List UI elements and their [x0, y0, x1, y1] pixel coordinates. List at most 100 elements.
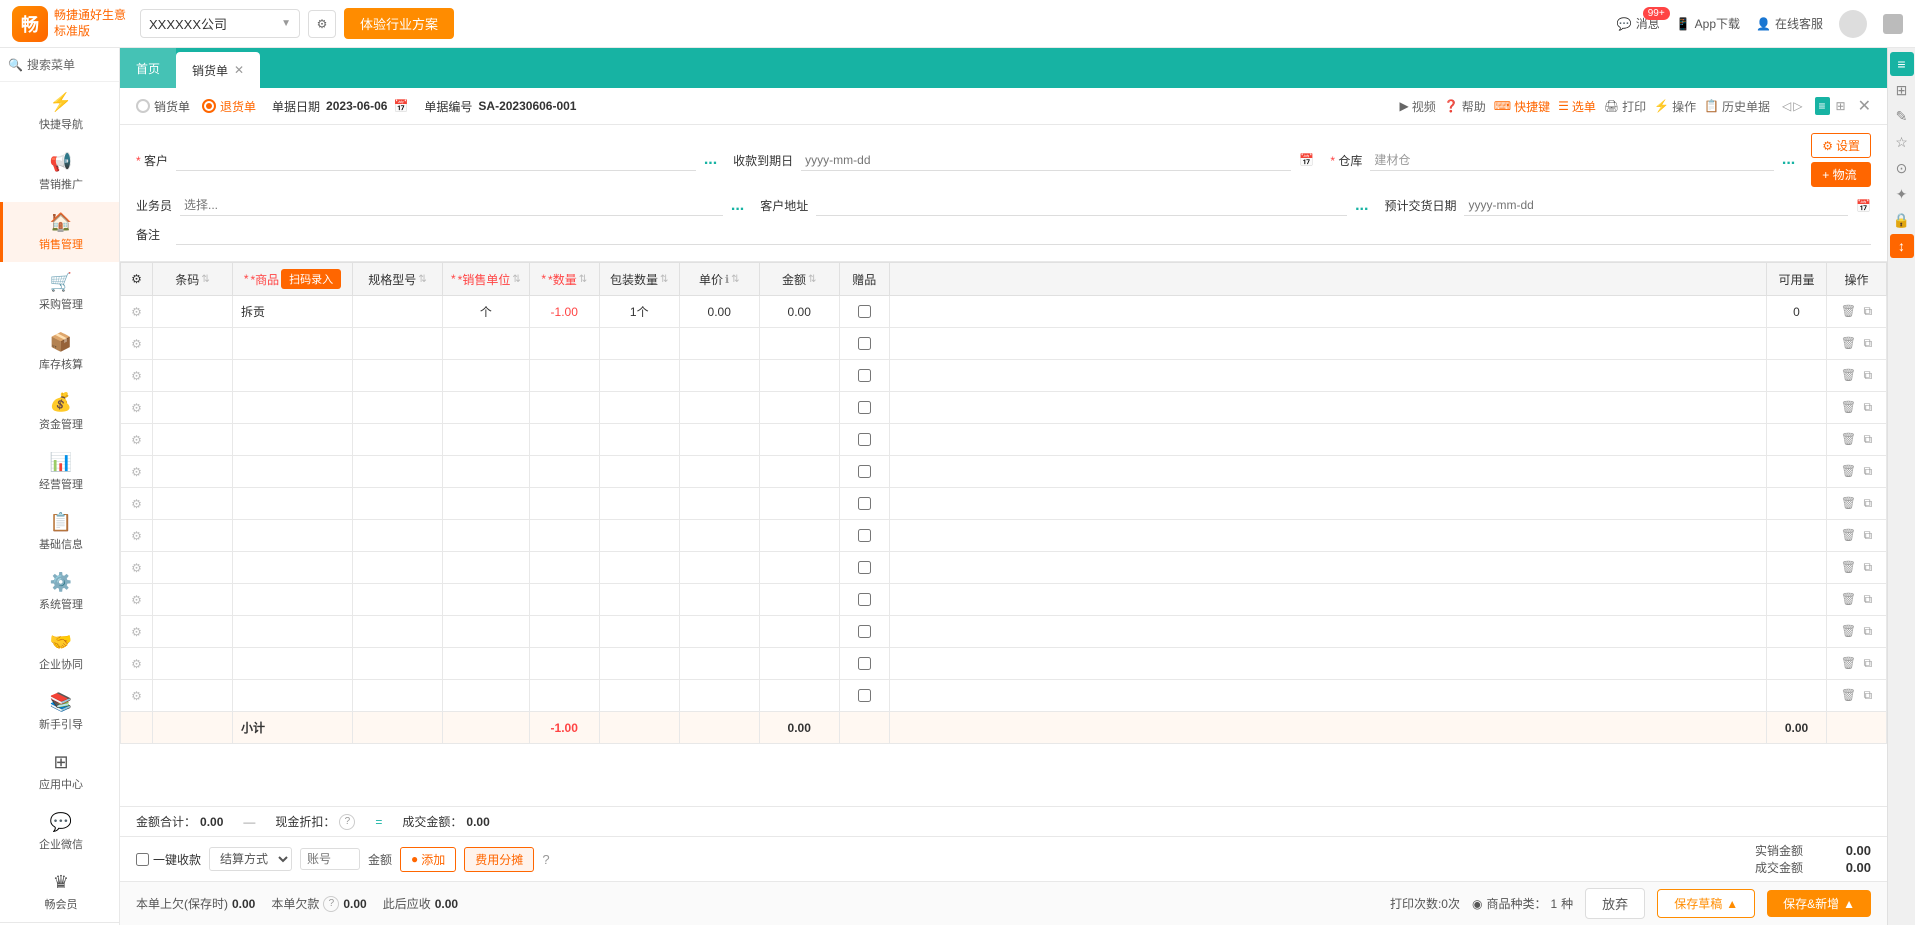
right-tool-orange[interactable]: ↕ — [1890, 234, 1914, 258]
row-qty[interactable] — [529, 520, 599, 552]
row-barcode[interactable] — [153, 488, 233, 520]
sidebar-item-appstore[interactable]: ⊞ 应用中心 — [0, 742, 119, 802]
row-barcode[interactable] — [153, 584, 233, 616]
settings-button[interactable]: ⚙ 设置 — [1811, 133, 1871, 158]
price-info-icon[interactable]: ℹ — [725, 273, 729, 286]
delivery-date-input[interactable] — [1464, 195, 1848, 216]
row-product[interactable] — [233, 648, 353, 680]
row-qty[interactable] — [529, 648, 599, 680]
tab-sales-order[interactable]: 销货单 ✕ — [176, 52, 260, 88]
row-barcode[interactable] — [153, 424, 233, 456]
right-tool-eye[interactable]: ⊙ — [1890, 156, 1914, 180]
row-spec[interactable] — [353, 424, 443, 456]
sidebar-item-wecom[interactable]: 💬 企业微信 — [0, 802, 119, 862]
row-spec[interactable] — [353, 616, 443, 648]
row-gift[interactable] — [839, 552, 889, 584]
row-price[interactable] — [679, 488, 759, 520]
row-spec[interactable] — [353, 680, 443, 712]
delete-icon[interactable]: 🗑 — [1841, 528, 1856, 542]
company-selector[interactable]: XXXXXX公司 ▼ — [140, 9, 300, 38]
row-product[interactable] — [233, 584, 353, 616]
copy-icon[interactable]: ⧉ — [1864, 560, 1873, 574]
shortcut-action[interactable]: ⌨ 快捷键 — [1494, 98, 1550, 115]
logistics-button[interactable]: + 物流 — [1811, 162, 1871, 187]
cash-discount-info-icon[interactable]: ? — [339, 814, 355, 830]
right-tool-edit[interactable]: ✎ — [1890, 104, 1914, 128]
delete-icon[interactable]: 🗑 — [1841, 656, 1856, 670]
right-tool-tag[interactable]: ✦ — [1890, 182, 1914, 206]
next-icon[interactable]: ▷ — [1793, 99, 1802, 113]
row-gift[interactable] — [839, 584, 889, 616]
row-product[interactable] — [233, 456, 353, 488]
sales-order-radio[interactable]: 销货单 — [136, 98, 190, 115]
return-order-radio[interactable]: 退货单 — [202, 98, 256, 115]
row-barcode[interactable] — [153, 392, 233, 424]
settings-icon[interactable]: ⚙ — [308, 10, 336, 38]
due-date-calendar-icon[interactable]: 📅 — [1299, 153, 1314, 167]
row-price[interactable] — [679, 520, 759, 552]
video-action[interactable]: ▶ 视频 — [1400, 98, 1436, 115]
calendar-icon[interactable]: 📅 — [393, 99, 408, 113]
message-button[interactable]: 💬 消息 99+ — [1617, 15, 1660, 32]
save-new-button[interactable]: 保存&新增 ▲ — [1767, 890, 1871, 917]
help-action[interactable]: ❓ 帮助 — [1444, 98, 1486, 115]
app-download-button[interactable]: 📱 App下载 — [1676, 15, 1740, 32]
salesperson-dots[interactable]: ... — [731, 197, 744, 215]
row-spec[interactable] — [353, 328, 443, 360]
row-price[interactable] — [679, 392, 759, 424]
grid-view-icon[interactable]: ⊞ — [1832, 97, 1850, 115]
row-qty[interactable] — [529, 328, 599, 360]
tab-close-icon[interactable]: ✕ — [234, 63, 244, 77]
copy-icon[interactable]: ⧉ — [1864, 624, 1873, 638]
row-gift[interactable] — [839, 296, 889, 328]
row-price[interactable] — [679, 616, 759, 648]
copy-icon[interactable]: ⧉ — [1864, 304, 1873, 318]
row-barcode[interactable] — [153, 648, 233, 680]
right-tool-lock[interactable]: 🔒 — [1890, 208, 1914, 232]
row-price[interactable] — [679, 360, 759, 392]
one-click-pay-checkbox[interactable] — [136, 853, 149, 866]
row-barcode[interactable] — [153, 328, 233, 360]
delivery-date-calendar-icon[interactable]: 📅 — [1856, 199, 1871, 213]
customer-addr-input[interactable] — [816, 195, 1347, 216]
prev-icon[interactable]: ◁ — [1782, 99, 1791, 113]
row-gift[interactable] — [839, 616, 889, 648]
row-spec[interactable] — [353, 584, 443, 616]
row-barcode[interactable] — [153, 616, 233, 648]
row-price[interactable]: 0.00 — [679, 296, 759, 328]
delete-icon[interactable]: 🗑 — [1841, 400, 1856, 414]
add-payment-button[interactable]: ● 添加 — [400, 847, 456, 872]
row-price[interactable] — [679, 584, 759, 616]
debt-info-icon[interactable]: ? — [323, 896, 339, 912]
row-product[interactable] — [233, 424, 353, 456]
row-barcode[interactable] — [153, 680, 233, 712]
row-price[interactable] — [679, 424, 759, 456]
warehouse-dots[interactable]: ... — [1782, 151, 1795, 169]
row-gift[interactable] — [839, 648, 889, 680]
list-view-icon[interactable]: ≡ — [1815, 97, 1830, 115]
row-qty[interactable] — [529, 680, 599, 712]
delete-icon[interactable]: 🗑 — [1841, 592, 1856, 606]
user-menu-icon[interactable] — [1883, 14, 1903, 34]
sidebar-item-marketing[interactable]: 📢 营销推广 — [0, 142, 119, 202]
row-spec[interactable] — [353, 520, 443, 552]
row-qty[interactable] — [529, 488, 599, 520]
row-spec[interactable] — [353, 456, 443, 488]
save-draft-button[interactable]: 保存草稿 ▲ — [1657, 889, 1755, 918]
copy-icon[interactable]: ⧉ — [1864, 656, 1873, 670]
copy-icon[interactable]: ⧉ — [1864, 688, 1873, 702]
close-form-button[interactable]: ✕ — [1858, 96, 1871, 116]
row-qty[interactable] — [529, 456, 599, 488]
sidebar-item-basic[interactable]: 📋 基础信息 — [0, 502, 119, 562]
row-qty[interactable]: -1.00 — [529, 296, 599, 328]
row-spec[interactable] — [353, 360, 443, 392]
customer-input[interactable] — [176, 150, 696, 171]
delete-icon[interactable]: 🗑 — [1841, 464, 1856, 478]
row-gift[interactable] — [839, 328, 889, 360]
sidebar-item-system[interactable]: ⚙️ 系统管理 — [0, 562, 119, 622]
sidebar-item-quick-nav[interactable]: ⚡ 快捷导航 — [0, 82, 119, 142]
row-qty[interactable] — [529, 392, 599, 424]
row-qty[interactable] — [529, 616, 599, 648]
row-price[interactable] — [679, 328, 759, 360]
delete-icon[interactable]: 🗑 — [1841, 688, 1856, 702]
